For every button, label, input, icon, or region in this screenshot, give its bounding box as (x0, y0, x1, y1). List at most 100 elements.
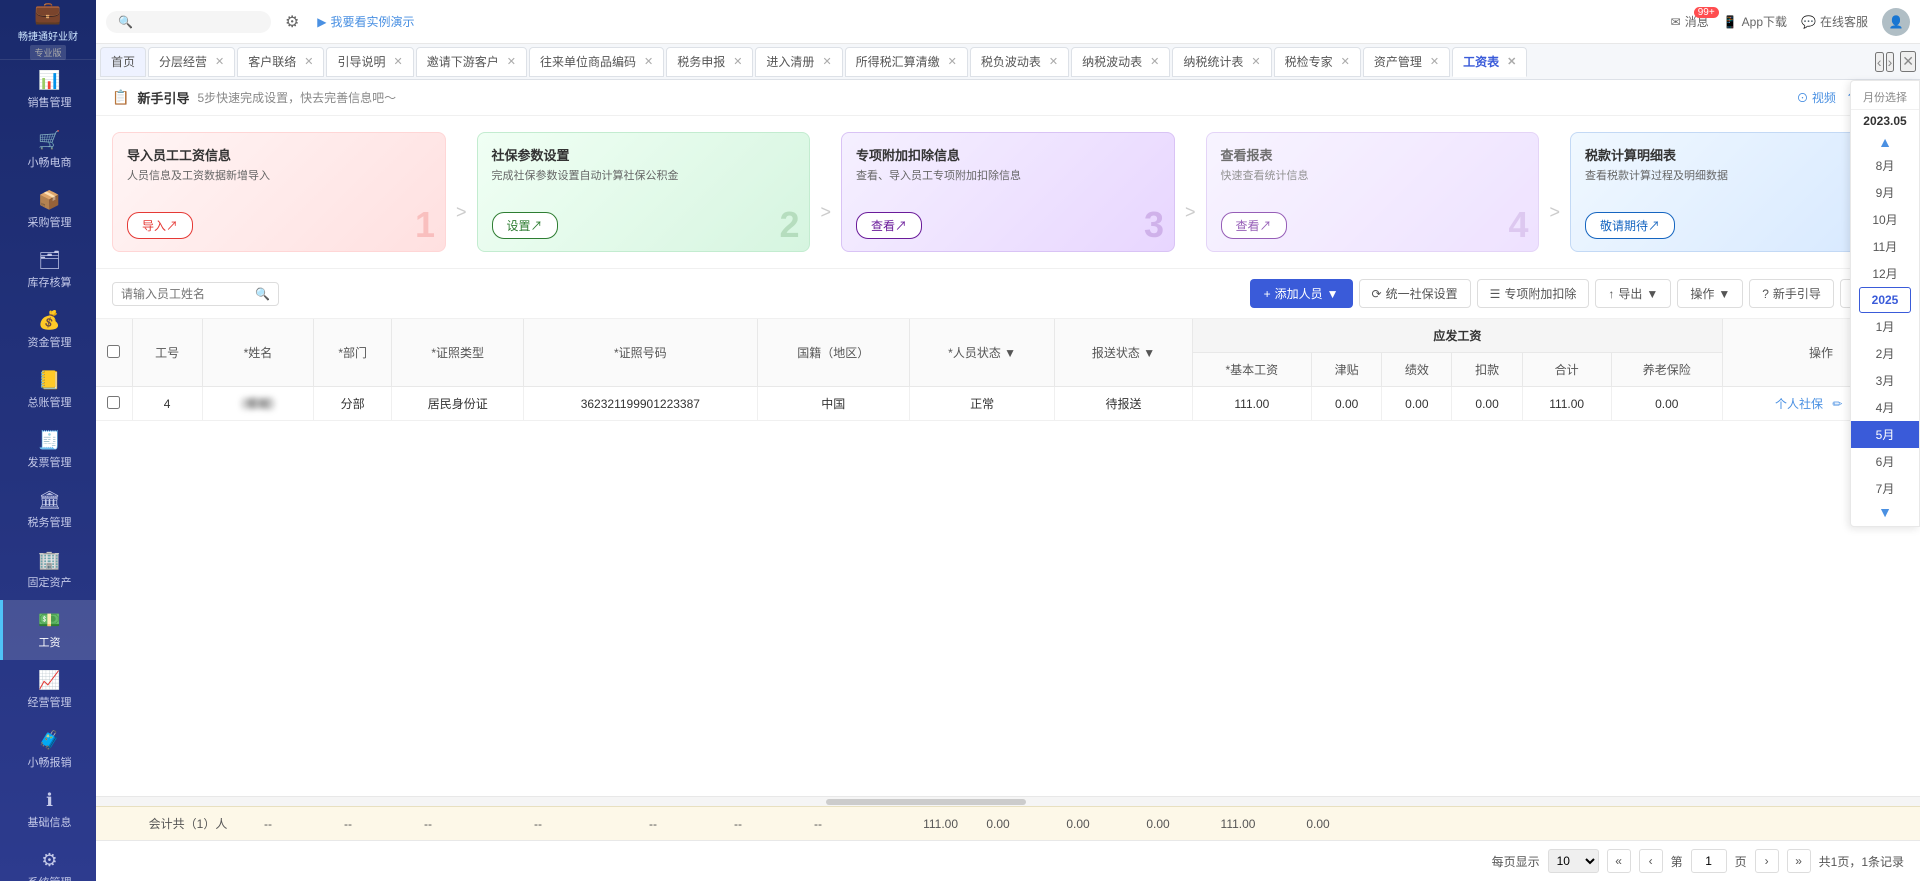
employee-search[interactable]: 🔍 (112, 282, 279, 306)
tab-资产管理[interactable]: 资产管理✕ (1363, 47, 1450, 77)
action-edit-icon[interactable]: ✏ (1832, 397, 1842, 411)
tab-纳税统计表[interactable]: 纳税统计表✕ (1172, 47, 1271, 77)
service-icon: 💬 (1801, 15, 1816, 29)
tab-close-icon[interactable]: ✕ (215, 55, 224, 68)
month-item-11月[interactable]: 11月 (1851, 233, 1919, 260)
month-item-5月[interactable]: 5月 (1851, 421, 1919, 448)
search-input[interactable] (139, 15, 259, 29)
add-dropdown-icon: ▼ (1327, 287, 1339, 301)
sidebar-item-销售管理[interactable]: 📊销售管理 (0, 60, 96, 120)
step-btn-5[interactable]: 敬请期待↗ (1585, 212, 1675, 239)
tab-往来单位商品编码[interactable]: 往来单位商品编码✕ (529, 47, 664, 77)
month-item-2025[interactable]: 2025 (1859, 287, 1911, 313)
tab-所得税汇算清缴[interactable]: 所得税汇算清缴✕ (845, 47, 968, 77)
sidebar-item-总账管理[interactable]: 📒总账管理 (0, 360, 96, 420)
tab-工资表[interactable]: 工资表✕ (1452, 47, 1527, 77)
tab-close-icon[interactable]: ✕ (394, 55, 403, 68)
social-insurance-settings-button[interactable]: ⟳ 统一社保设置 (1359, 279, 1471, 308)
month-item-8月[interactable]: 8月 (1851, 152, 1919, 179)
app-download-button[interactable]: 📱 App下载 (1723, 13, 1787, 30)
online-service-button[interactable]: 💬 在线客服 (1801, 13, 1868, 30)
message-button[interactable]: ✉ 消息 99+ (1671, 13, 1709, 30)
scrollbar-thumb[interactable] (826, 799, 1026, 805)
sidebar-item-小畅电商[interactable]: 🛒小畅电商 (0, 120, 96, 180)
tab-引导说明[interactable]: 引导说明✕ (326, 47, 413, 77)
sidebar-item-经营管理[interactable]: 📈经营管理 (0, 660, 96, 720)
sidebar-item-资金管理[interactable]: 💰资金管理 (0, 300, 96, 360)
tab-纳税波动表[interactable]: 纳税波动表✕ (1071, 47, 1170, 77)
special-deduction-button[interactable]: ☰ 专项附加扣除 (1477, 279, 1590, 308)
global-search[interactable]: 🔍 (106, 11, 271, 33)
sidebar-item-固定资产[interactable]: 🏢固定资产 (0, 540, 96, 600)
month-item-7月[interactable]: 7月 (1851, 475, 1919, 502)
row-checkbox[interactable] (107, 396, 120, 409)
tab-close-all-button[interactable]: ✕ (1900, 51, 1916, 72)
export-dropdown-icon: ▼ (1646, 287, 1658, 301)
sidebar-item-库存核算[interactable]: 🗂库存核算 (0, 240, 96, 300)
tab-close-icon[interactable]: ✕ (822, 55, 831, 68)
tab-进入清册[interactable]: 进入清册✕ (755, 47, 842, 77)
tab-邀请下游客户[interactable]: 邀请下游客户✕ (416, 47, 527, 77)
step-btn-3[interactable]: 查看↗ (856, 212, 922, 239)
demo-link[interactable]: ▶ 我要看实例演示 (317, 13, 414, 30)
first-page-button[interactable]: « (1607, 849, 1631, 873)
horizontal-scrollbar[interactable] (96, 796, 1920, 806)
step-btn-2[interactable]: 设置↗ (492, 212, 558, 239)
tab-close-icon[interactable]: ✕ (507, 55, 516, 68)
tab-客户联络[interactable]: 客户联络✕ (237, 47, 324, 77)
step-btn-1[interactable]: 导入↗ (127, 212, 193, 239)
topbar-gear-icon[interactable]: ⚙ (285, 12, 299, 32)
sidebar-item-小畅报销[interactable]: 🧳小畅报销 (0, 720, 96, 780)
month-item-10月[interactable]: 10月 (1851, 206, 1919, 233)
sidebar-item-基础信息[interactable]: ℹ基础信息 (0, 780, 96, 840)
month-item-4月[interactable]: 4月 (1851, 394, 1919, 421)
sidebar-item-采购管理[interactable]: 📦采购管理 (0, 180, 96, 240)
user-avatar[interactable]: 👤 (1882, 8, 1910, 36)
prev-page-button[interactable]: ‹ (1639, 849, 1663, 873)
month-item-6月[interactable]: 6月 (1851, 448, 1919, 475)
add-person-button[interactable]: + 添加人员 ▼ (1250, 279, 1353, 308)
tab-税负波动表[interactable]: 税负波动表✕ (970, 47, 1069, 77)
last-page-button[interactable]: » (1787, 849, 1811, 873)
month-item-3月[interactable]: 3月 (1851, 367, 1919, 394)
employee-search-input[interactable] (121, 287, 251, 301)
month-item-2月[interactable]: 2月 (1851, 340, 1919, 367)
sidebar-item-工资[interactable]: 💵工资 (0, 600, 96, 660)
tab-next-button[interactable]: › (1886, 52, 1895, 72)
tab-close-icon[interactable]: ✕ (733, 55, 742, 68)
tab-close-icon[interactable]: ✕ (1049, 55, 1058, 68)
operate-button[interactable]: 操作 ▼ (1677, 279, 1743, 308)
tab-close-icon[interactable]: ✕ (948, 55, 957, 68)
guide-video-link[interactable]: ⊙ 视频 (1797, 89, 1836, 106)
month-prev-button[interactable]: ▲ (1872, 132, 1898, 152)
sidebar-item-系统管理[interactable]: ⚙系统管理 (0, 840, 96, 881)
tab-分层经营[interactable]: 分层经营✕ (148, 47, 235, 77)
tab-close-icon[interactable]: ✕ (1150, 55, 1159, 68)
guide-button[interactable]: ? 新手引导 (1749, 279, 1834, 308)
tab-税检专家[interactable]: 税检专家✕ (1274, 47, 1361, 77)
tab-close-icon[interactable]: ✕ (1251, 55, 1260, 68)
action-social-insurance[interactable]: 个人社保 (1775, 397, 1823, 411)
export-button[interactable]: ↑ 导出 ▼ (1595, 279, 1671, 308)
tab-close-icon[interactable]: ✕ (1430, 55, 1439, 68)
select-all-checkbox[interactable] (107, 345, 120, 358)
tab-close-icon[interactable]: ✕ (644, 55, 653, 68)
page-size-select[interactable]: 10 20 50 100 (1548, 849, 1599, 873)
tab-close-icon[interactable]: ✕ (1341, 55, 1350, 68)
steps-row: 导入员工工资信息 人员信息及工资数据新增导入 导入↗ 1 > 社保参数设置 完成… (96, 116, 1920, 269)
month-item-1月[interactable]: 1月 (1851, 313, 1919, 340)
current-page-input[interactable] (1691, 849, 1727, 873)
tab-首页[interactable]: 首页 (100, 47, 146, 77)
sidebar-item-税务管理[interactable]: 🏛税务管理 (0, 480, 96, 540)
tab-close-icon[interactable]: ✕ (1507, 55, 1516, 68)
tab-税务申报[interactable]: 税务申报✕ (666, 47, 753, 77)
tab-close-icon[interactable]: ✕ (304, 55, 313, 68)
add-btn-label: 添加人员 (1275, 285, 1323, 302)
month-item-9月[interactable]: 9月 (1851, 179, 1919, 206)
tab-prev-button[interactable]: ‹ (1875, 52, 1884, 72)
step-btn-4[interactable]: 查看↗ (1221, 212, 1287, 239)
sidebar-item-发票管理[interactable]: 🧾发票管理 (0, 420, 96, 480)
month-item-12月[interactable]: 12月 (1851, 260, 1919, 287)
month-next-button[interactable]: ▼ (1872, 502, 1898, 522)
next-page-button[interactable]: › (1755, 849, 1779, 873)
